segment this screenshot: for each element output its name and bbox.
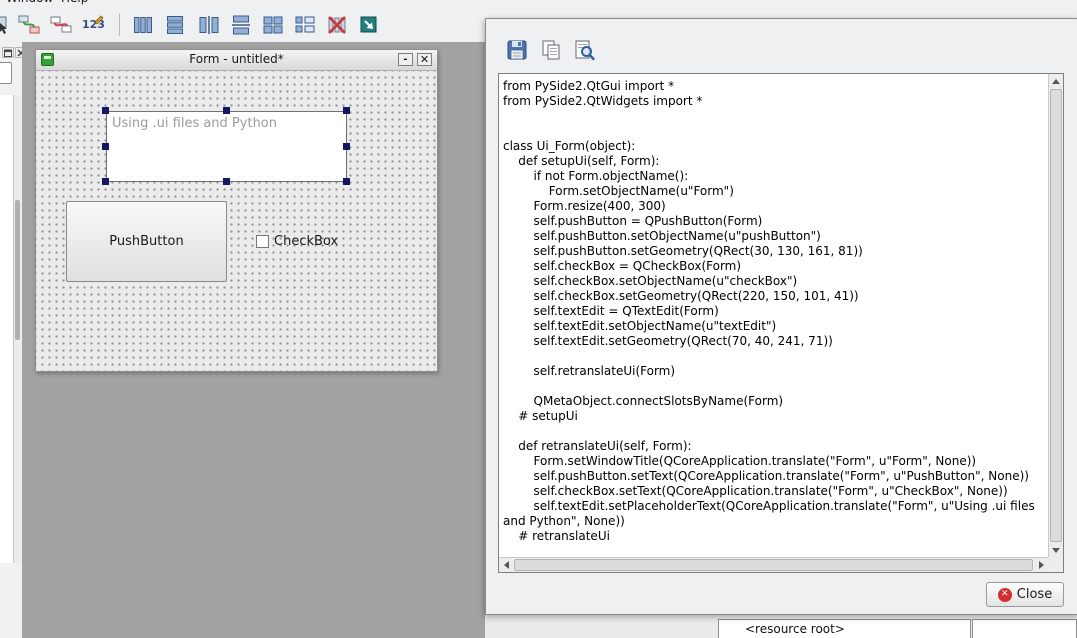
pushbutton-label: PushButton	[109, 234, 183, 249]
close-dialog-icon: ✕	[998, 588, 1012, 602]
layout-form-icon[interactable]	[293, 13, 317, 37]
toolbar-separator	[119, 14, 120, 36]
selection-handle-bottom-left[interactable]	[102, 178, 109, 185]
selection-handle-bottom-right[interactable]	[343, 178, 350, 185]
pushbutton-widget[interactable]: PushButton	[66, 201, 227, 282]
menu-item-window[interactable]: Window	[6, 0, 53, 5]
widget-box-scrollbar[interactable]	[13, 95, 21, 563]
resource-tree[interactable]: <resource root>	[718, 619, 971, 638]
close-button[interactable]: ✕ Close	[986, 582, 1064, 607]
checkbox-widget[interactable]: CheckBox	[256, 221, 357, 262]
form-minimize-button[interactable]: -	[398, 53, 413, 66]
widget-box-scroll-thumb[interactable]	[15, 200, 20, 340]
widget-box-dock	[0, 42, 22, 638]
save-icon[interactable]	[504, 37, 530, 63]
qt-designer-screen: Window Help 123	[0, 0, 1077, 638]
widget-filter-input[interactable]	[0, 62, 12, 84]
scroll-up-icon[interactable]	[1049, 74, 1063, 88]
layout-horizontal-icon[interactable]	[131, 13, 155, 37]
form-designer-window[interactable]: Form - untitled* - ✕ Using .ui files and…	[35, 49, 438, 372]
textedit-placeholder: Using .ui files and Python	[112, 116, 277, 131]
copy-icon[interactable]	[538, 37, 564, 63]
edit-signals-slots-icon[interactable]	[17, 13, 41, 37]
checkbox-label: CheckBox	[274, 234, 338, 249]
selection-handle-top-middle[interactable]	[223, 107, 230, 114]
find-icon[interactable]	[571, 37, 597, 63]
vertical-scroll-thumb[interactable]	[1050, 89, 1062, 542]
form-canvas[interactable]: Using .ui files and Python PushButton Ch…	[36, 71, 436, 371]
close-button-label: Close	[1017, 587, 1052, 602]
layout-splitter-horizontal-icon[interactable]	[197, 13, 221, 37]
layout-grid-icon[interactable]	[261, 13, 285, 37]
code-text[interactable]: from PySide2.QtGui import * from PySide2…	[499, 74, 1048, 557]
selection-handle-bottom-middle[interactable]	[223, 178, 230, 185]
form-close-button[interactable]: ✕	[417, 53, 432, 66]
code-horizontal-scrollbar[interactable]	[499, 557, 1048, 572]
textedit-widget[interactable]: Using .ui files and Python	[106, 111, 347, 182]
form-window-title: Form - untitled*	[36, 52, 437, 66]
selection-handle-top-right[interactable]	[343, 107, 350, 114]
menu-item-help[interactable]: Help	[61, 0, 88, 5]
code-vertical-scrollbar[interactable]	[1048, 74, 1063, 557]
selection-handle-middle-left[interactable]	[102, 143, 109, 150]
scroll-left-icon[interactable]	[499, 558, 513, 572]
edit-buddies-icon[interactable]	[49, 13, 73, 37]
selection-handle-top-left[interactable]	[102, 107, 109, 114]
resource-browser-dock: <resource root>	[485, 615, 1077, 638]
adjust-size-icon[interactable]	[357, 13, 381, 37]
scroll-right-icon[interactable]	[1034, 558, 1048, 572]
scrollbar-corner	[1048, 557, 1063, 572]
layout-vertical-icon[interactable]	[163, 13, 187, 37]
edit-tab-order-icon[interactable]: 123	[81, 13, 105, 37]
resource-root-item[interactable]: <resource root>	[719, 620, 970, 636]
selection-handle-middle-right[interactable]	[343, 143, 350, 150]
horizontal-scroll-thumb[interactable]	[514, 559, 1033, 571]
dock-float-icon[interactable]	[2, 47, 14, 58]
edit-widgets-icon[interactable]	[0, 13, 11, 37]
widget-box-list[interactable]	[0, 95, 13, 563]
code-preview-dialog: from PySide2.QtGui import * from PySide2…	[485, 18, 1077, 615]
resource-side-panel	[972, 619, 1077, 638]
layout-splitter-vertical-icon[interactable]	[229, 13, 253, 37]
scroll-down-icon[interactable]	[1049, 543, 1063, 557]
code-view[interactable]: from PySide2.QtGui import * from PySide2…	[498, 73, 1064, 573]
checkbox-indicator[interactable]	[256, 235, 269, 248]
break-layout-icon[interactable]	[325, 13, 349, 37]
form-window-titlebar[interactable]: Form - untitled* - ✕	[36, 50, 437, 71]
